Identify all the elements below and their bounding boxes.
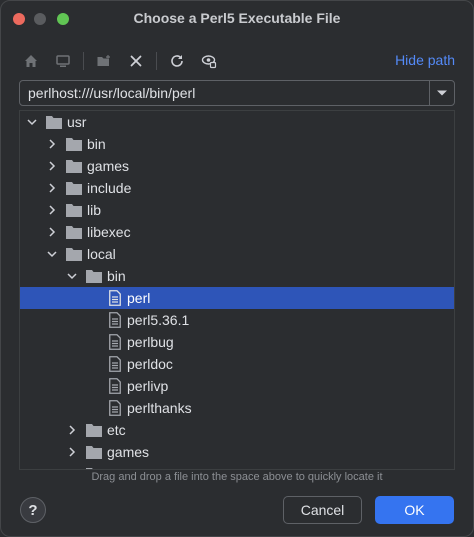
folder-icon [66, 248, 82, 261]
folder-icon [66, 138, 82, 151]
tree-row-include[interactable]: include [20, 177, 454, 199]
chevron-down-icon [437, 90, 447, 96]
folder-icon [66, 160, 82, 173]
tree-row-local-games[interactable]: games [20, 441, 454, 463]
path-dropdown-button[interactable] [429, 81, 454, 105]
chevron-right-icon[interactable] [46, 182, 58, 194]
tree-row-label: perl [127, 290, 151, 306]
tree-row-perldoc[interactable]: perldoc [20, 353, 454, 375]
drag-drop-hint: Drag and drop a file into the space abov… [91, 471, 383, 483]
folder-icon [66, 226, 82, 239]
ok-button[interactable]: OK [375, 496, 454, 524]
chevron-right-icon[interactable] [66, 468, 78, 470]
tree-row-label: perlivp [127, 378, 169, 394]
tree-row-label: games [107, 444, 150, 460]
tree-row-perlthanks[interactable]: perlthanks [20, 397, 454, 419]
tree-row-label: etc [107, 422, 126, 438]
file-icon [109, 312, 121, 328]
delete-icon [130, 55, 142, 67]
tree-row-label: lib [87, 202, 102, 218]
folder-icon [66, 182, 82, 195]
tree-row-label: usr [67, 114, 87, 130]
delete-button[interactable] [124, 49, 148, 73]
tree-row-label: include [87, 180, 132, 196]
folder-icon [86, 446, 102, 459]
tree-row-local-bin[interactable]: bin [20, 265, 454, 287]
new-folder-button[interactable] [92, 49, 116, 73]
chevron-down-icon[interactable] [46, 248, 58, 260]
hide-path-link[interactable]: Hide path [395, 52, 455, 68]
refresh-icon [171, 55, 183, 67]
tree-row-bin[interactable]: bin [20, 133, 454, 155]
file-icon [109, 378, 121, 394]
file-icon [109, 290, 121, 306]
refresh-button[interactable] [165, 49, 189, 73]
tree-row-label: perlthanks [127, 400, 192, 416]
tree-row-libexec[interactable]: libexec [20, 221, 454, 243]
title-bar: Choose a Perl5 Executable File [1, 1, 473, 37]
tree-row-label: perldoc [127, 356, 173, 372]
file-icon [109, 400, 121, 416]
path-input[interactable] [20, 81, 430, 105]
home-icon [25, 55, 37, 67]
show-hidden-button[interactable] [197, 49, 221, 73]
folder-icon [46, 116, 62, 129]
toolbar [19, 49, 229, 73]
desktop-button[interactable] [51, 49, 75, 73]
tree-row-label: perl5.36.1 [127, 312, 190, 328]
tree-row-usr[interactable]: usr [20, 111, 454, 133]
chevron-right-icon[interactable] [66, 424, 78, 436]
chevron-down-icon[interactable] [26, 116, 38, 128]
dialog-title: Choose a Perl5 Executable File [133, 10, 341, 26]
tree-row-label: local [87, 246, 116, 262]
tree-row-label: include [107, 463, 151, 469]
toolbar-separator [83, 52, 84, 70]
file-icon [109, 356, 121, 372]
tree-row-perl5-36-1[interactable]: perl5.36.1 [20, 309, 454, 331]
tree-row-perlbug[interactable]: perlbug [20, 331, 454, 353]
tree-row-label: games [87, 158, 130, 174]
tree-row-perl[interactable]: perl [20, 287, 454, 309]
chevron-right-icon[interactable] [46, 138, 58, 150]
toolbar-separator [156, 52, 157, 70]
tree-row-label: bin [87, 136, 106, 152]
tree-row-perlivp[interactable]: perlivp [20, 375, 454, 397]
chevron-right-icon[interactable] [46, 226, 58, 238]
desktop-icon [56, 55, 70, 67]
tree-row-label: libexec [87, 224, 131, 240]
tree-row-label: bin [107, 268, 126, 284]
chevron-down-icon[interactable] [66, 270, 78, 282]
folder-icon [66, 204, 82, 217]
tree-row-lib[interactable]: lib [20, 199, 454, 221]
tree-row-local-include[interactable]: include [20, 463, 454, 470]
chevron-right-icon[interactable] [46, 160, 58, 172]
file-icon [109, 334, 121, 350]
chevron-right-icon[interactable] [66, 446, 78, 458]
tree-row-label: perlbug [127, 334, 174, 350]
help-button[interactable]: ? [20, 497, 46, 523]
tree-row-local[interactable]: local [20, 243, 454, 265]
show-hidden-icon [201, 55, 217, 69]
chevron-right-icon[interactable] [46, 204, 58, 216]
path-combobox [19, 80, 455, 106]
home-button[interactable] [19, 49, 43, 73]
file-chooser-dialog: Choose a Perl5 Executable File Hide path… [0, 0, 474, 537]
tree-row-etc[interactable]: etc [20, 419, 454, 441]
file-tree[interactable]: usr bin games include lib libexec local … [19, 110, 455, 470]
tree-row-games[interactable]: games [20, 155, 454, 177]
cancel-button[interactable]: Cancel [283, 496, 362, 524]
folder-icon [86, 468, 93, 469]
new-folder-icon [97, 55, 110, 66]
folder-icon [86, 424, 102, 437]
folder-icon [86, 270, 102, 283]
